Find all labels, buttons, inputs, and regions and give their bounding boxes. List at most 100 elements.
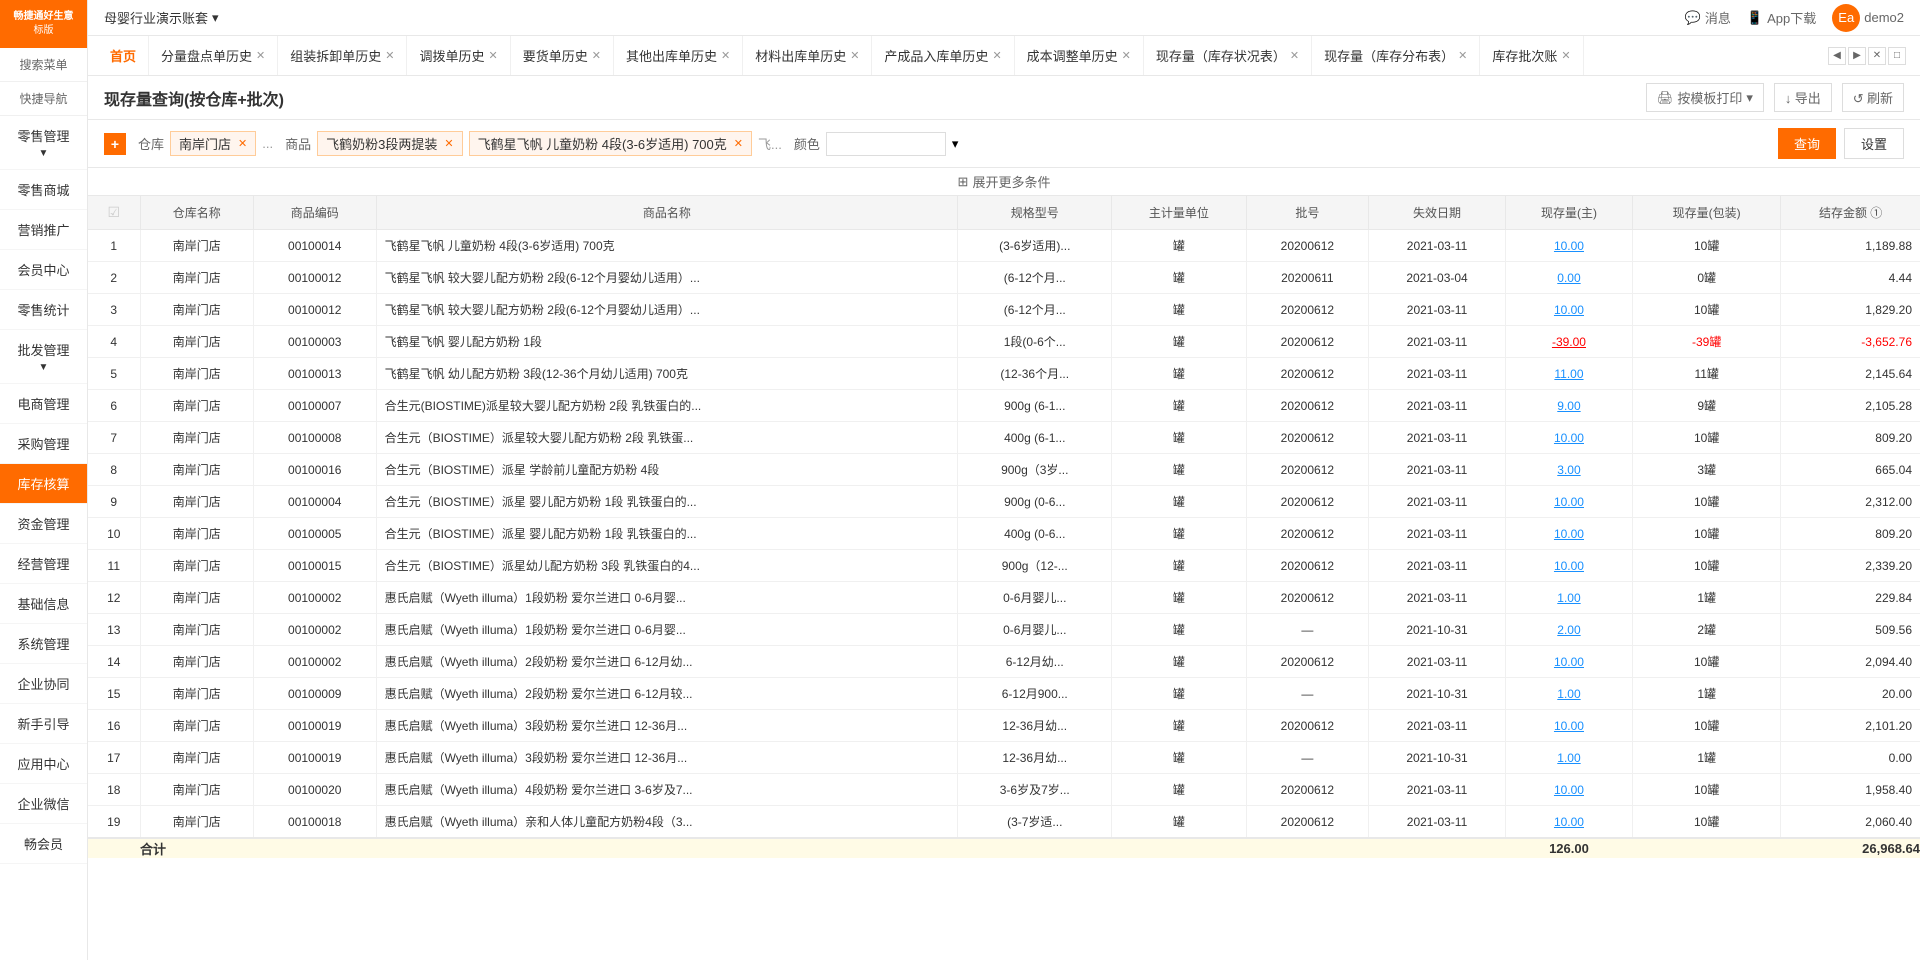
tab-close-btn[interactable]: ✕ (256, 49, 265, 62)
tab-close-btn[interactable]: ✕ (850, 49, 859, 62)
filter-goods-tag-2[interactable]: 飞鹤星飞帆 儿童奶粉 4段(3-6岁适用) 700克 ✕ (469, 131, 752, 156)
qty-main[interactable]: 10.00 (1505, 646, 1632, 678)
expire-date: 2021-03-04 (1369, 262, 1506, 294)
quick-nav-item[interactable]: 快捷导航 (0, 82, 87, 116)
sidebar-nav-item-11[interactable]: 基础信息 (0, 584, 87, 624)
tab-close-btn[interactable]: ✕ (1458, 49, 1467, 62)
sidebar-nav-item-14[interactable]: 新手引导 (0, 704, 87, 744)
sidebar-nav-item-6[interactable]: 电商管理 (0, 384, 87, 424)
search-menu-item[interactable]: 搜索菜单 (0, 48, 87, 82)
nav-tab-1[interactable]: 组装拆卸单历史✕ (278, 36, 407, 76)
tab-close-btn[interactable]: ✕ (992, 49, 1001, 62)
nav-tab-5[interactable]: 材料出库单历史✕ (743, 36, 872, 76)
amount: 2,101.20 (1781, 710, 1920, 742)
filter-goods-remove-2[interactable]: ✕ (734, 137, 743, 150)
qty-main[interactable]: 10.00 (1505, 518, 1632, 550)
qty-main[interactable]: 10.00 (1505, 710, 1632, 742)
tab-close-btn[interactable]: ✕ (1561, 49, 1570, 62)
nav-tab-7[interactable]: 成本调整单历史✕ (1015, 36, 1144, 76)
sidebar-nav-item-16[interactable]: 企业微信 (0, 784, 87, 824)
sidebar-nav-item-4[interactable]: 零售统计 (0, 290, 87, 330)
print-btn[interactable]: 🖨 按模板打印 ▾ (1646, 83, 1764, 112)
qty-main[interactable]: 10.00 (1505, 486, 1632, 518)
qty-main[interactable]: 11.00 (1505, 358, 1632, 390)
filter-goods-more[interactable]: 飞... (758, 134, 782, 153)
sidebar-nav-item-12[interactable]: 系统管理 (0, 624, 87, 664)
nav-tab-0[interactable]: 分量盘点单历史✕ (149, 36, 278, 76)
table-row: 1南岸门店00100014飞鹤星飞帆 儿童奶粉 4段(3-6岁适用) 700克(… (88, 230, 1920, 262)
sidebar-nav-item-17[interactable]: 畅会员 (0, 824, 87, 864)
tab-maximize[interactable]: □ (1888, 47, 1906, 65)
qty-main[interactable]: 10.00 (1505, 550, 1632, 582)
tab-scroll-right[interactable]: ▶ (1848, 47, 1866, 65)
nav-tab-6[interactable]: 产成品入库单历史✕ (872, 36, 1014, 76)
app-download-btn[interactable]: 📱 App下载 (1747, 8, 1816, 27)
batch: 20200612 (1246, 806, 1369, 839)
tab-close-btn[interactable]: ✕ (1122, 49, 1131, 62)
qty-main[interactable]: 1.00 (1505, 678, 1632, 710)
filter-color-input[interactable] (826, 132, 946, 156)
product-name: 惠氏启赋（Wyeth illuma）2段奶粉 爱尔兰进口 6-12月幼... (376, 646, 958, 678)
sidebar-nav-item-8[interactable]: 库存核算 (0, 464, 87, 504)
filter-warehouse-more[interactable]: ... (262, 136, 273, 151)
settings-btn[interactable]: 设置 (1844, 128, 1904, 159)
filter-expand-btn[interactable]: + (104, 133, 126, 155)
tab-scroll-left[interactable]: ◀ (1828, 47, 1846, 65)
export-btn[interactable]: ↓ 导出 (1774, 83, 1832, 112)
warehouse: 南岸门店 (140, 422, 253, 454)
sidebar-nav-item-0[interactable]: 零售管理▼ (0, 116, 87, 170)
filter-goods-tag-1[interactable]: 飞鹤奶粉3段两提装 ✕ (317, 131, 462, 156)
qty-main[interactable]: 1.00 (1505, 742, 1632, 774)
expand-more-btn[interactable]: ⊞ 展开更多条件 (958, 172, 1051, 191)
tab-close-btn[interactable]: ✕ (385, 49, 394, 62)
sidebar-nav-item-10[interactable]: 经营管理 (0, 544, 87, 584)
tab-close-current[interactable]: ✕ (1868, 47, 1886, 65)
sidebar-nav-item-15[interactable]: 应用中心 (0, 744, 87, 784)
sidebar-nav-item-9[interactable]: 资金管理 (0, 504, 87, 544)
qty-main[interactable]: 1.00 (1505, 582, 1632, 614)
company-select[interactable]: 母婴行业演示账套 ▾ (104, 8, 219, 27)
product-code: 00100019 (253, 710, 376, 742)
sidebar-logo[interactable]: 畅捷通好生意 标版 (0, 0, 87, 48)
qty-main[interactable]: 10.00 (1505, 806, 1632, 839)
qty-main[interactable]: 10.00 (1505, 774, 1632, 806)
qty-main[interactable]: 0.00 (1505, 262, 1632, 294)
nav-tab-10[interactable]: 库存批次账✕ (1480, 36, 1583, 76)
sidebar-nav-item-3[interactable]: 会员中心 (0, 250, 87, 290)
sidebar-nav-item-2[interactable]: 营销推广 (0, 210, 87, 250)
nav-tab-8[interactable]: 现存量（库存状况表）✕ (1144, 36, 1312, 76)
tab-close-btn[interactable]: ✕ (489, 49, 498, 62)
filter-goods-remove-1[interactable]: ✕ (444, 137, 453, 150)
tab-close-btn[interactable]: ✕ (592, 49, 601, 62)
tab-close-btn[interactable]: ✕ (721, 49, 730, 62)
nav-tab-9[interactable]: 现存量（库存分布表）✕ (1312, 36, 1480, 76)
qty-main[interactable]: 2.00 (1505, 614, 1632, 646)
qty-main[interactable]: 10.00 (1505, 294, 1632, 326)
refresh-btn[interactable]: ↺ 刷新 (1842, 83, 1904, 112)
filter-warehouse-remove[interactable]: ✕ (238, 137, 247, 150)
qty-main[interactable]: 10.00 (1505, 422, 1632, 454)
nav-tab-3[interactable]: 要货单历史✕ (511, 36, 614, 76)
qty-main[interactable]: 10.00 (1505, 230, 1632, 262)
nav-tab-home[interactable]: 首页 (98, 36, 149, 76)
nav-tab-2[interactable]: 调拨单历史✕ (407, 36, 510, 76)
filter-color-dropdown-icon[interactable]: ▾ (952, 136, 959, 152)
nav-tab-4[interactable]: 其他出库单历史✕ (614, 36, 743, 76)
tab-close-btn[interactable]: ✕ (1290, 49, 1299, 62)
query-btn[interactable]: 查询 (1778, 128, 1836, 159)
sidebar-nav-item-1[interactable]: 零售商城 (0, 170, 87, 210)
qty-pkg: 10罐 (1633, 230, 1781, 262)
nav-item-label: 畅会员 (24, 834, 63, 853)
messages-btn[interactable]: 💬 消息 (1685, 8, 1731, 27)
sidebar-nav-item-7[interactable]: 采购管理 (0, 424, 87, 464)
row-no: 19 (88, 806, 140, 839)
sidebar-nav-item-13[interactable]: 企业协同 (0, 664, 87, 704)
sidebar-nav-item-5[interactable]: 批发管理▼ (0, 330, 87, 384)
unit: 罐 (1112, 486, 1246, 518)
qty-main[interactable]: 9.00 (1505, 390, 1632, 422)
qty-main[interactable]: 3.00 (1505, 454, 1632, 486)
qty-main[interactable]: -39.00 (1505, 326, 1632, 358)
filter-warehouse-tag[interactable]: 南岸门店 ✕ (170, 131, 256, 156)
user-avatar-area[interactable]: Ea demo2 (1832, 4, 1904, 32)
select-all-checkbox[interactable]: ☑ (107, 204, 120, 220)
